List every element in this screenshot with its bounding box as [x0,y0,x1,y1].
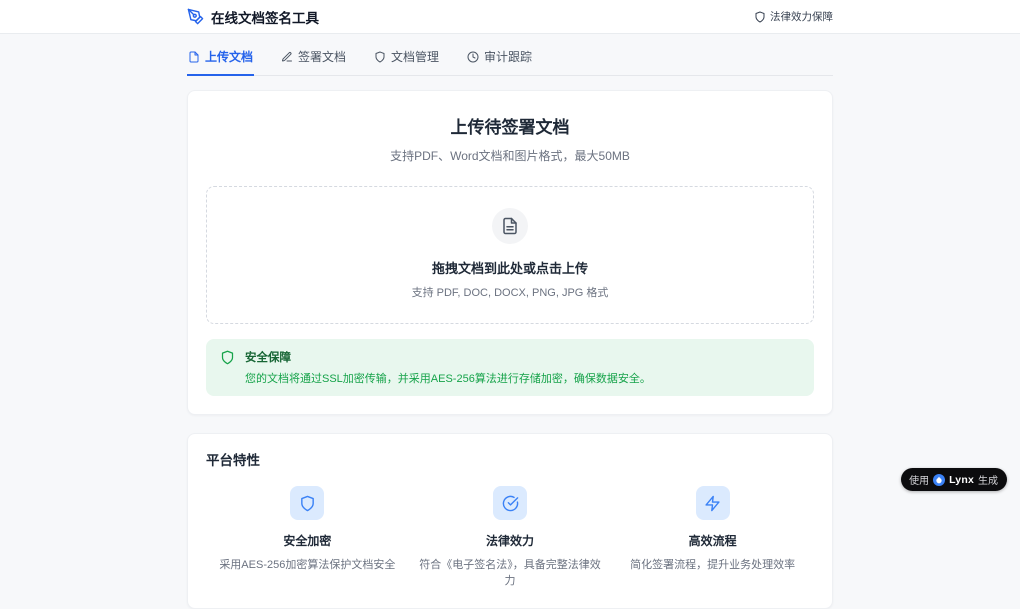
feature-legal-validity: 法律效力 符合《电子签名法》，具备完整法律效力 [409,486,612,588]
legal-assurance-label: 法律效力保障 [770,11,833,23]
brand: 在线文档签名工具 [187,7,319,27]
upload-card-subtitle: 支持PDF、Word文档和图片格式，最大50MB [390,149,630,163]
generated-with-lynx-badge[interactable]: 使用 Lynx 生成 [901,468,1007,491]
app-title: 在线文档签名工具 [211,10,319,26]
shield-icon [299,495,316,512]
lynx-logo-icon [933,473,946,486]
dropzone-icon-circle [492,208,528,244]
tab-label: 审计跟踪 [484,50,533,64]
shield-icon [374,51,386,63]
feature-title: 高效流程 [688,534,737,548]
badge-suffix: 生成 [978,476,998,487]
tab-label: 文档管理 [391,50,440,64]
platform-features-card: 平台特性 安全加密 采用AES-256加密算法保护文档安全 法律效力 符合《电子… [187,433,833,609]
tab-label: 上传文档 [205,50,254,64]
badge-brand: Lynx [949,473,974,486]
feature-icon-box [695,486,730,520]
signature-pen-icon [281,51,293,63]
feature-icon-box [493,486,527,520]
tab-audit-trail[interactable]: 审计跟踪 [466,46,533,76]
file-icon [188,51,200,63]
shield-icon [220,350,235,365]
feature-description: 采用AES-256加密算法保护文档安全 [219,559,396,571]
file-text-icon [501,217,519,235]
feature-secure-encryption: 安全加密 采用AES-256加密算法保护文档安全 [206,486,409,588]
clock-icon [467,51,479,63]
legal-assurance-badge: 法律效力保障 [754,9,833,24]
upload-card-title: 上传待签署文档 [450,118,570,137]
check-circle-icon [502,495,519,512]
dropzone-title: 拖拽文档到此处或点击上传 [431,261,588,276]
upload-dropzone[interactable]: 拖拽文档到此处或点击上传 支持 PDF, DOC, DOCX, PNG, JPG… [206,186,814,324]
shield-icon [754,11,766,23]
security-note-text: 您的文档将通过SSL加密传输，并采用AES-256算法进行存储加密，确保数据安全… [245,373,651,385]
app-header: 在线文档签名工具 法律效力保障 [0,0,1020,34]
features-card-title: 平台特性 [206,453,260,468]
feature-description: 符合《电子签名法》，具备完整法律效力 [419,559,601,587]
tab-document-management[interactable]: 文档管理 [373,46,440,76]
tab-upload-document[interactable]: 上传文档 [187,46,255,76]
feature-icon-box [290,486,325,520]
tab-bar: 上传文档 签署文档 文档管理 审计跟踪 [187,46,833,76]
tab-label: 签署文档 [298,50,347,64]
security-note-body: 安全保障 您的文档将通过SSL加密传输，并采用AES-256算法进行存储加密，确… [245,349,651,386]
feature-efficient-process: 高效流程 简化签署流程，提升业务处理效率 [611,486,814,588]
security-note-title: 安全保障 [245,352,291,364]
tab-sign-document[interactable]: 签署文档 [280,46,347,76]
badge-prefix: 使用 [909,476,930,487]
feature-title: 安全加密 [283,534,332,548]
lightning-icon [704,495,721,512]
pen-nib-logo-icon [187,8,204,25]
upload-card: 上传待签署文档 支持PDF、Word文档和图片格式，最大50MB 拖拽文档到此处… [187,90,833,415]
feature-title: 法律效力 [486,534,535,548]
dropzone-hint: 支持 PDF, DOC, DOCX, PNG, JPG 格式 [411,287,609,299]
feature-description: 简化签署流程，提升业务处理效率 [630,559,796,571]
features-row: 安全加密 采用AES-256加密算法保护文档安全 法律效力 符合《电子签名法》，… [206,486,814,588]
security-note: 安全保障 您的文档将通过SSL加密传输，并采用AES-256算法进行存储加密，确… [206,339,814,396]
